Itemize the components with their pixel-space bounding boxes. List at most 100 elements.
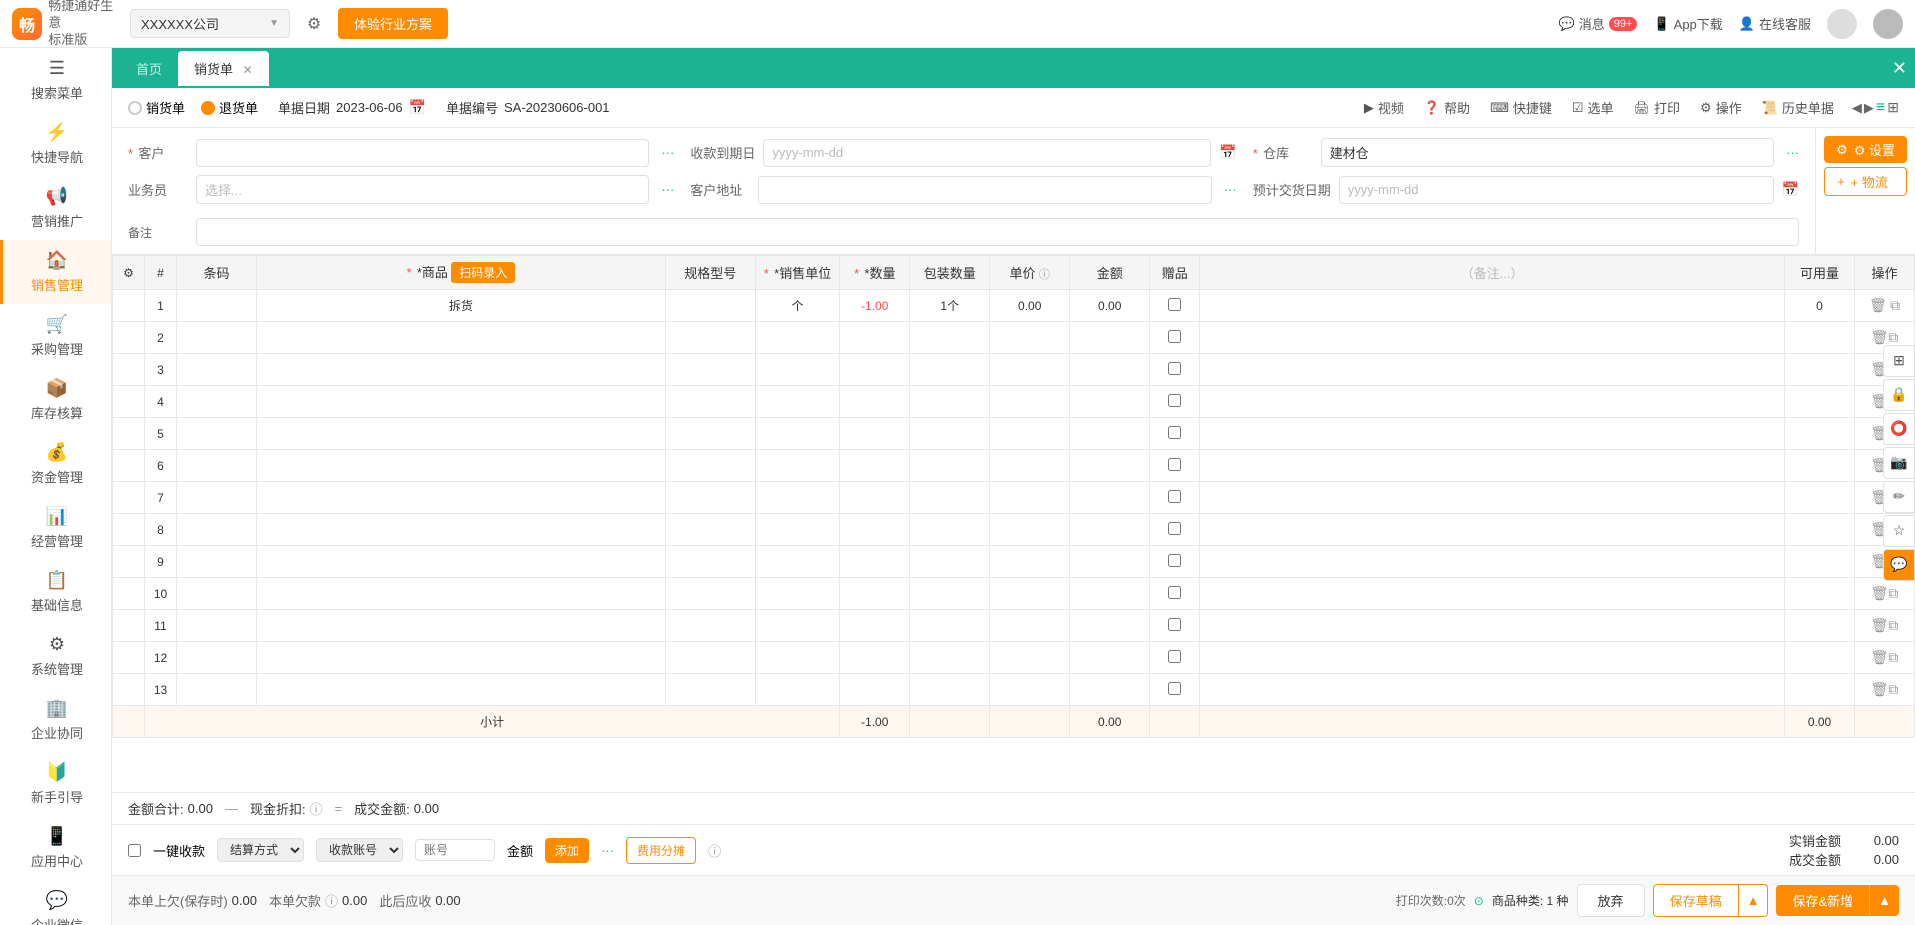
right-panel-btn-6[interactable]: ☆ <box>1883 515 1915 547</box>
row-product-cell[interactable]: 拆货 <box>257 290 666 322</box>
online-service-button[interactable]: 👤 在线客服 <box>1739 14 1811 33</box>
sales-order-radio[interactable]: 销货单 <box>128 98 185 117</box>
sidebar-item-guide[interactable]: 🔰 新手引导 <box>0 752 111 816</box>
tab-close-icon[interactable]: ✕ <box>243 63 253 77</box>
copy-row-button[interactable]: ⧉ <box>1888 617 1898 634</box>
sidebar-item-enterprise[interactable]: 🏢 企业协同 <box>0 688 111 752</box>
copy-row-button[interactable]: ⧉ <box>1888 329 1898 346</box>
app-download-button[interactable]: 📱 App下载 <box>1653 14 1722 33</box>
delete-row-button[interactable]: 🗑 <box>1871 585 1889 602</box>
sidebar-item-enterprise-wx[interactable]: 💬 企业微信 <box>0 880 111 925</box>
discard-button[interactable]: 放弃 <box>1577 884 1645 917</box>
col-settings[interactable]: ⚙ <box>113 256 145 290</box>
tab-bar-close-icon[interactable]: ✕ <box>1892 58 1907 79</box>
view-toggle-list-icon[interactable]: ≡ <box>1876 99 1885 117</box>
salesperson-input[interactable]: 选择... <box>196 175 649 204</box>
customer-input[interactable] <box>196 139 649 167</box>
history-btn[interactable]: 📜 历史单据 <box>1756 96 1840 119</box>
payment-date-input[interactable]: yyyy-mm-dd <box>763 139 1211 167</box>
tab-home[interactable]: 首页 <box>120 51 178 86</box>
sidebar-item-inventory[interactable]: 📦 库存核算 <box>0 368 111 432</box>
save-new-chevron-button[interactable]: ▲ <box>1869 885 1899 916</box>
print-setting-icon[interactable]: ⊙ <box>1474 894 1484 908</box>
row-barcode-cell[interactable] <box>177 290 257 322</box>
nav-prev-icon[interactable]: ◀ <box>1852 100 1862 116</box>
customer-address-more-icon[interactable]: ··· <box>1224 182 1237 197</box>
customer-more-icon[interactable]: ··· <box>661 145 674 160</box>
sidebar-item-search[interactable]: ☰ 搜索菜单 <box>0 48 111 112</box>
logistics-button[interactable]: + + 物流 <box>1824 167 1907 196</box>
sidebar-item-purchase[interactable]: 🛒 采购管理 <box>0 304 111 368</box>
right-panel-btn-orange[interactable]: 💬 <box>1883 549 1915 581</box>
dots-more-icon[interactable]: ··· <box>601 843 614 858</box>
sidebar-item-business[interactable]: 📊 经营管理 <box>0 496 111 560</box>
customer-address-input[interactable] <box>758 176 1211 204</box>
company-settings-button[interactable]: ⚙ <box>298 8 330 40</box>
tab-sales-order[interactable]: 销货单 ✕ <box>178 51 269 86</box>
row-pkg-cell[interactable]: 1个 <box>910 290 990 322</box>
nav-next-icon[interactable]: ▶ <box>1864 100 1874 116</box>
delete-row-button[interactable]: 🗑 <box>1871 329 1889 346</box>
right-panel-btn-2[interactable]: 🔒 <box>1883 379 1915 411</box>
setup-button[interactable]: ⚙ ⚙ 设置 <box>1824 136 1907 163</box>
one-click-payment-checkbox[interactable] <box>128 844 141 857</box>
help-btn[interactable]: ❓ 帮助 <box>1418 96 1476 119</box>
sidebar-item-marketing[interactable]: 📢 营销推广 <box>0 176 111 240</box>
account-number-input[interactable] <box>415 839 495 861</box>
delete-row-button[interactable]: 🗑 <box>1869 297 1887 314</box>
copy-row-button[interactable]: ⧉ <box>1890 297 1900 314</box>
scan-button[interactable]: 扫码录入 <box>451 262 515 283</box>
right-panel-btn-1[interactable]: ⊞ <box>1883 345 1915 377</box>
sidebar-item-basic[interactable]: 📋 基础信息 <box>0 560 111 624</box>
fee-split-button[interactable]: 费用分摊 <box>626 837 696 864</box>
row-spec-cell[interactable] <box>665 290 755 322</box>
calendar-icon[interactable]: 📅 <box>409 99 426 116</box>
delete-row-button[interactable]: 🗑 <box>1871 617 1889 634</box>
avatar[interactable] <box>1827 9 1857 39</box>
company-selector[interactable]: XXXXXX公司 ▼ <box>130 9 290 38</box>
sidebar-item-capital[interactable]: 💰 资金管理 <box>0 432 111 496</box>
sidebar-item-app-center[interactable]: 📱 应用中心 <box>0 816 111 880</box>
select-order-btn[interactable]: ☑ 选单 <box>1566 96 1620 119</box>
payment-date-calendar-icon[interactable]: 📅 <box>1219 144 1236 161</box>
salesperson-more-icon[interactable]: ··· <box>661 182 674 197</box>
video-btn[interactable]: ▶ 视频 <box>1358 96 1410 119</box>
row-notes-cell[interactable] <box>1200 290 1785 322</box>
save-draft-chevron-button[interactable]: ▲ <box>1739 884 1769 917</box>
operation-btn[interactable]: ⚙ 操作 <box>1694 96 1748 119</box>
return-order-radio[interactable]: 退货单 <box>201 98 258 117</box>
gift-checkbox[interactable] <box>1168 298 1181 311</box>
remarks-input[interactable] <box>196 218 1799 246</box>
row-price-cell[interactable]: 0.00 <box>990 290 1070 322</box>
print-btn[interactable]: 🖨 打印 <box>1628 96 1687 119</box>
row-gift-cell[interactable] <box>1150 290 1200 322</box>
debit-info-icon[interactable]: ⓘ <box>325 891 338 910</box>
row-unit-cell[interactable]: 个 <box>755 290 839 322</box>
add-payment-button[interactable]: 添加 <box>545 838 589 863</box>
delete-row-button[interactable]: 🗑 <box>1871 649 1889 666</box>
save-draft-button[interactable]: 保存草稿 <box>1653 884 1739 917</box>
cash-discount-info-icon[interactable]: ⓘ <box>310 799 323 818</box>
copy-row-button[interactable]: ⧉ <box>1888 681 1898 698</box>
sidebar-item-sales[interactable]: 🏠 销售管理 <box>0 240 111 304</box>
delivery-date-input[interactable]: yyyy-mm-dd <box>1339 176 1774 204</box>
copy-row-button[interactable]: ⧉ <box>1888 649 1898 666</box>
delete-row-button[interactable]: 🗑 <box>1871 681 1889 698</box>
row-amount-cell[interactable]: 0.00 <box>1070 290 1150 322</box>
save-new-button[interactable]: 保存&新增 <box>1776 885 1869 916</box>
sidebar-item-system[interactable]: ⚙ 系统管理 <box>0 624 111 688</box>
fee-split-info-icon[interactable]: ⓘ <box>708 841 721 860</box>
account-select[interactable]: 收款账号 <box>316 838 403 862</box>
copy-row-button[interactable]: ⧉ <box>1888 585 1898 602</box>
message-button[interactable]: 💬 消息 99+ <box>1559 14 1638 33</box>
right-panel-btn-4[interactable]: 📷 <box>1883 447 1915 479</box>
view-toggle-grid-icon[interactable]: ⊞ <box>1887 99 1899 116</box>
sidebar-item-quick-nav[interactable]: ⚡ 快捷导航 <box>0 112 111 176</box>
shortcut-btn[interactable]: ⌨ 快捷键 <box>1484 96 1558 119</box>
calc-method-select[interactable]: 结算方式 <box>217 838 304 862</box>
row-qty-cell[interactable]: -1.00 <box>840 290 910 322</box>
right-panel-btn-5[interactable]: ✏ <box>1883 481 1915 513</box>
trial-button[interactable]: 体验行业方案 <box>338 8 448 39</box>
warehouse-input[interactable]: 建材仓 <box>1321 138 1774 167</box>
warehouse-more-icon[interactable]: ··· <box>1786 145 1799 160</box>
